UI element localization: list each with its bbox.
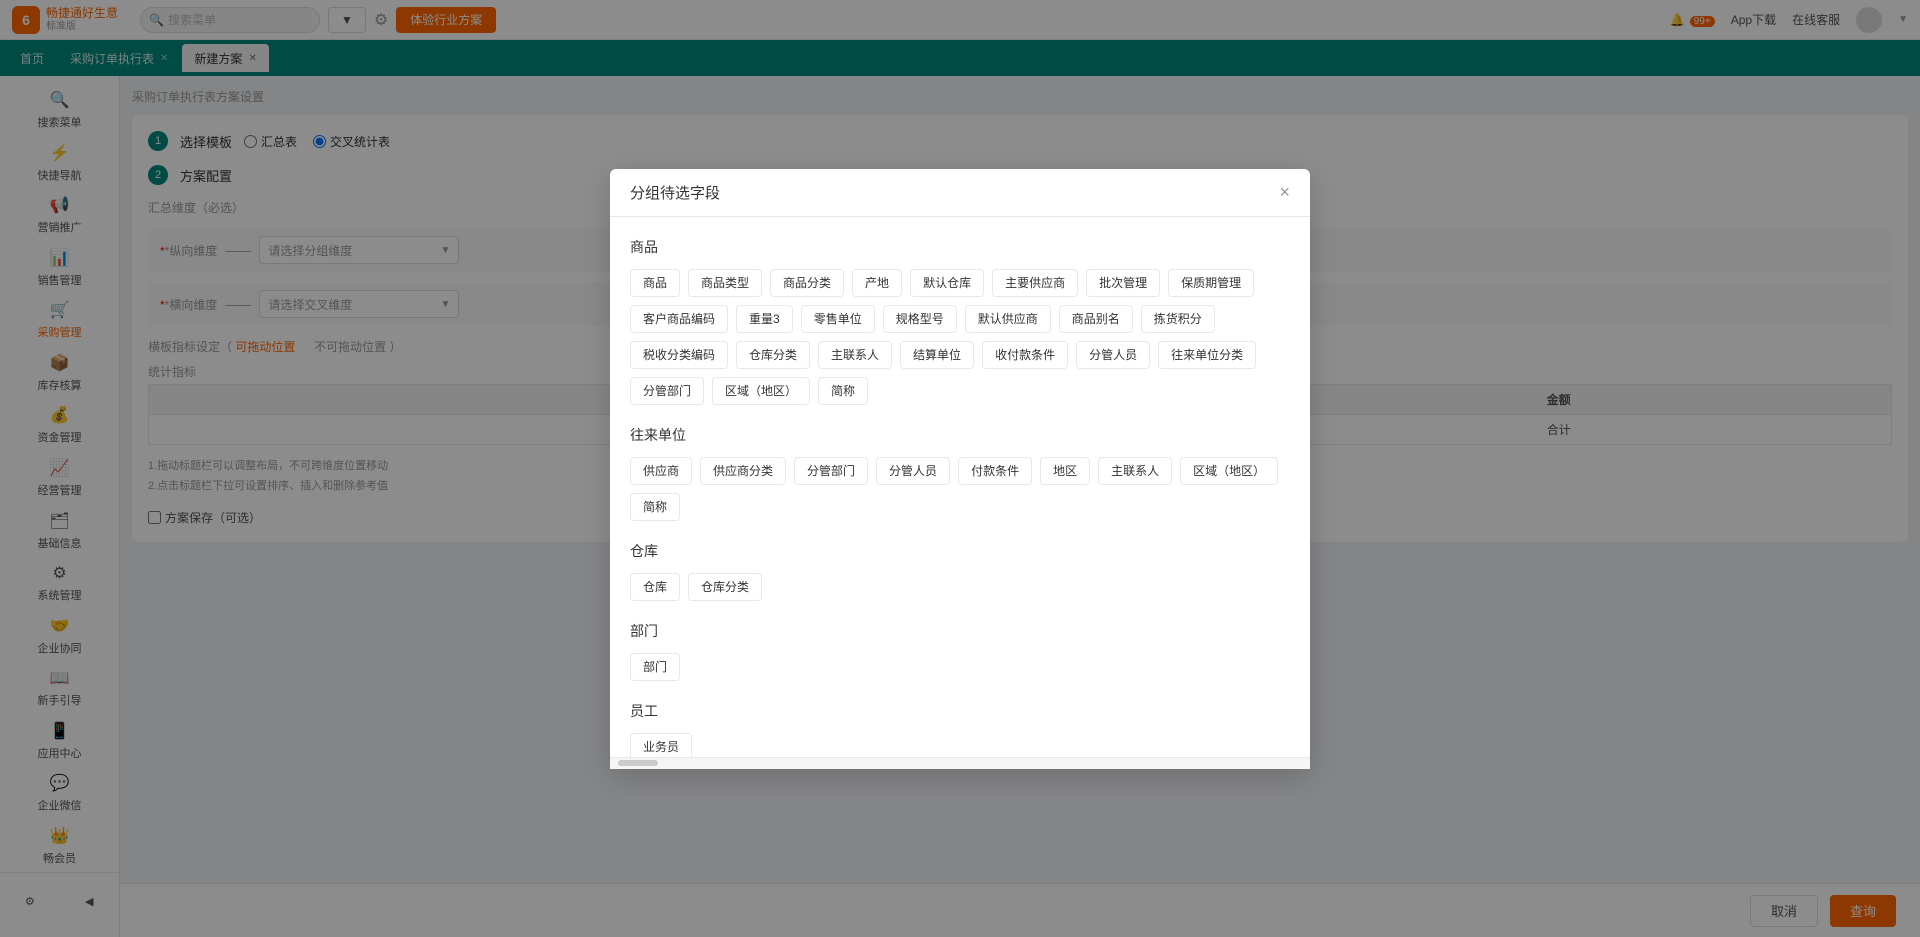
field-tag-tags-partner-6[interactable]: 主联系人 — [1098, 457, 1172, 485]
field-tag-tags-partner-3[interactable]: 分管人员 — [876, 457, 950, 485]
modal-body[interactable]: 商品 商品商品类型商品分类产地默认仓库主要供应商批次管理保质期管理客户商品编码重… — [610, 217, 1310, 757]
field-tag-tags-department-0[interactable]: 部门 — [630, 653, 680, 681]
field-tag-tags-partner-4[interactable]: 付款条件 — [958, 457, 1032, 485]
field-group-employee-title: 员工 — [630, 701, 1290, 721]
field-group-department-title: 部门 — [630, 621, 1290, 641]
field-tag-tags-product-3[interactable]: 产地 — [852, 269, 902, 297]
field-tag-tags-product-17[interactable]: 主联系人 — [818, 341, 892, 369]
modal-title: 分组待选字段 — [630, 182, 720, 203]
field-tag-tags-product-24[interactable]: 简称 — [818, 377, 868, 405]
field-tags-warehouse: 仓库仓库分类 — [630, 573, 1290, 601]
field-tag-tags-product-9[interactable]: 重量3 — [736, 305, 793, 333]
field-tag-tags-product-23[interactable]: 区域（地区） — [712, 377, 810, 405]
field-tag-tags-product-19[interactable]: 收付款条件 — [982, 341, 1068, 369]
field-tag-tags-partner-8[interactable]: 简称 — [630, 493, 680, 521]
field-group-product-title: 商品 — [630, 237, 1290, 257]
field-tag-tags-product-4[interactable]: 默认仓库 — [910, 269, 984, 297]
field-group-warehouse-title: 仓库 — [630, 541, 1290, 561]
field-tag-tags-partner-1[interactable]: 供应商分类 — [700, 457, 786, 485]
field-tag-tags-partner-2[interactable]: 分管部门 — [794, 457, 868, 485]
field-tags-employee: 业务员 — [630, 733, 1290, 757]
field-tag-tags-product-7[interactable]: 保质期管理 — [1168, 269, 1254, 297]
field-tag-tags-product-15[interactable]: 税收分类编码 — [630, 341, 728, 369]
field-tag-tags-product-2[interactable]: 商品分类 — [770, 269, 844, 297]
field-group-product: 商品 商品商品类型商品分类产地默认仓库主要供应商批次管理保质期管理客户商品编码重… — [630, 237, 1290, 405]
field-tags-partner: 供应商供应商分类分管部门分管人员付款条件地区主联系人区域（地区） 简称 — [630, 457, 1290, 521]
field-tag-tags-partner-0[interactable]: 供应商 — [630, 457, 692, 485]
field-group-partner: 往来单位 供应商供应商分类分管部门分管人员付款条件地区主联系人区域（地区） 简称 — [630, 425, 1290, 521]
hscroll-thumb — [618, 760, 658, 766]
field-tag-tags-product-11[interactable]: 规格型号 — [883, 305, 957, 333]
field-tag-tags-product-18[interactable]: 结算单位 — [900, 341, 974, 369]
field-tag-tags-product-16[interactable]: 仓库分类 — [736, 341, 810, 369]
field-group-warehouse: 仓库 仓库仓库分类 — [630, 541, 1290, 601]
field-group-partner-title: 往来单位 — [630, 425, 1290, 445]
field-tag-tags-product-6[interactable]: 批次管理 — [1086, 269, 1160, 297]
field-tag-tags-warehouse-0[interactable]: 仓库 — [630, 573, 680, 601]
field-tag-tags-product-0[interactable]: 商品 — [630, 269, 680, 297]
field-tag-tags-warehouse-1[interactable]: 仓库分类 — [688, 573, 762, 601]
field-tag-tags-product-12[interactable]: 默认供应商 — [965, 305, 1051, 333]
modal-horizontal-scrollbar[interactable] — [610, 757, 1310, 769]
field-tag-tags-partner-7[interactable]: 区域（地区） — [1180, 457, 1278, 485]
field-tag-tags-product-5[interactable]: 主要供应商 — [992, 269, 1078, 297]
field-group-department: 部门 部门 — [630, 621, 1290, 681]
field-tag-tags-product-22[interactable]: 分管部门 — [630, 377, 704, 405]
field-group-employee: 员工 业务员 — [630, 701, 1290, 757]
field-tag-tags-employee-0[interactable]: 业务员 — [630, 733, 692, 757]
modal-header: 分组待选字段 × — [610, 169, 1310, 217]
field-tag-tags-product-10[interactable]: 零售单位 — [801, 305, 875, 333]
field-tags-department: 部门 — [630, 653, 1290, 681]
modal-overlay: 分组待选字段 × 商品 商品商品类型商品分类产地默认仓库主要供应商批次管理保质期… — [0, 0, 1920, 937]
field-tag-tags-product-20[interactable]: 分管人员 — [1076, 341, 1150, 369]
field-tag-tags-product-21[interactable]: 往来单位分类 — [1158, 341, 1256, 369]
field-tag-tags-product-14[interactable]: 拣货积分 — [1141, 305, 1215, 333]
field-tag-tags-product-1[interactable]: 商品类型 — [688, 269, 762, 297]
modal-close-btn[interactable]: × — [1279, 183, 1290, 201]
field-tags-product: 商品商品类型商品分类产地默认仓库主要供应商批次管理保质期管理客户商品编码重量3 零… — [630, 269, 1290, 405]
field-tag-tags-product-8[interactable]: 客户商品编码 — [630, 305, 728, 333]
modal-dialog: 分组待选字段 × 商品 商品商品类型商品分类产地默认仓库主要供应商批次管理保质期… — [610, 169, 1310, 769]
field-tag-tags-partner-5[interactable]: 地区 — [1040, 457, 1090, 485]
field-tag-tags-product-13[interactable]: 商品别名 — [1059, 305, 1133, 333]
